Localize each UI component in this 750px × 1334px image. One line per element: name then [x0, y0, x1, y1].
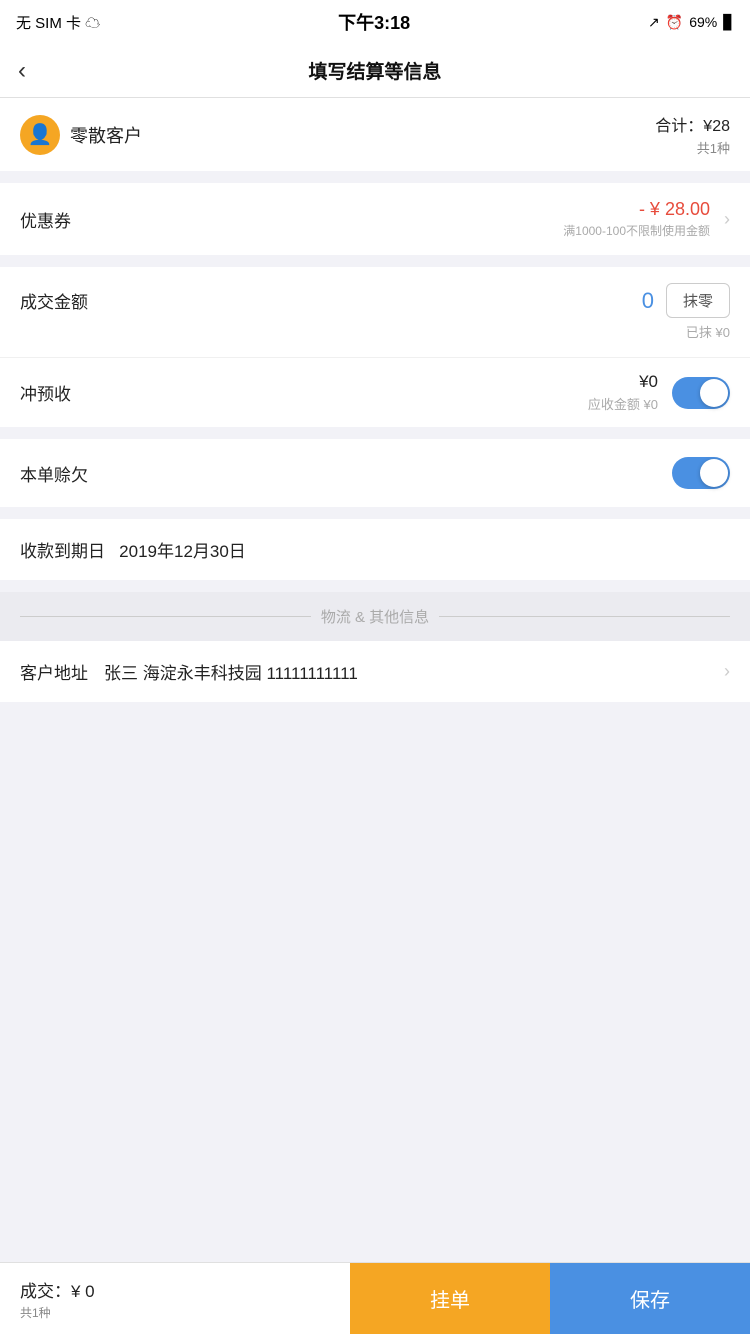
- footer-deal-label: 成交：: [20, 1282, 71, 1301]
- round-zero-button[interactable]: 抹零: [666, 283, 730, 318]
- footer-deal-amount: ¥ 0: [71, 1282, 95, 1301]
- prepay-right: ¥0 应收金额 ¥0: [588, 372, 730, 413]
- due-date-prefix: 收款到期日: [20, 542, 105, 561]
- due-date-label: 收款到期日 2019年12月30日: [20, 542, 246, 561]
- deal-value-area: 0 抹零: [642, 283, 730, 318]
- logistics-divider: 物流 & 其他信息: [0, 592, 750, 641]
- coupon-desc: 满1000-100不限制使用金额: [563, 222, 710, 239]
- prepay-label: 冲预收: [20, 380, 71, 405]
- deal-amount-row: 成交金额 0 抹零 已抹 ¥0: [0, 267, 750, 358]
- debt-section: 本单赊欠: [0, 439, 750, 507]
- prepay-toggle[interactable]: [672, 377, 730, 409]
- save-button[interactable]: 保存: [550, 1263, 750, 1334]
- customer-section: 👤 零散客户 合计：¥28 共1种: [0, 98, 750, 171]
- prepay-sub-amount: 应收金额 ¥0: [588, 394, 658, 413]
- footer-deal-text: 成交：¥ 0: [20, 1277, 330, 1302]
- hold-button[interactable]: 挂单: [350, 1263, 550, 1334]
- coupon-row[interactable]: 优惠券 - ¥ 28.00 满1000-100不限制使用金额 ›: [0, 183, 750, 255]
- debt-toggle-thumb: [700, 459, 728, 487]
- coupon-label: 优惠券: [20, 207, 71, 232]
- address-chevron: ›: [720, 661, 730, 682]
- logistics-label: 物流 & 其他信息: [321, 606, 429, 627]
- coupon-discount: - ¥ 28.00: [563, 199, 710, 220]
- back-button[interactable]: ‹: [18, 57, 26, 85]
- status-left: 无 SIM 卡 ☁: [16, 12, 100, 33]
- debt-label: 本单赊欠: [20, 461, 88, 486]
- page-title: 填写结算等信息: [308, 57, 441, 84]
- due-date-section: 收款到期日 2019年12月30日: [0, 519, 750, 580]
- deal-sub-text: 已抹 ¥0: [20, 322, 730, 341]
- location-icon: ↗: [648, 14, 660, 31]
- coupon-section: 优惠券 - ¥ 28.00 满1000-100不限制使用金额 ›: [0, 183, 750, 255]
- divider-line-right: [439, 616, 730, 617]
- status-right: ↗ ⏰ 69% ▊: [648, 14, 734, 31]
- total-count: 共1种: [655, 138, 730, 157]
- footer-count: 共1种: [20, 1304, 330, 1321]
- due-date-value: 2019年12月30日: [119, 542, 246, 561]
- no-sim-text: 无 SIM 卡 ☁: [16, 12, 100, 33]
- address-chevron-icon: ›: [724, 661, 730, 682]
- status-time: 下午3:18: [338, 9, 410, 35]
- debt-toggle[interactable]: [672, 457, 730, 489]
- address-section[interactable]: 客户地址 张三 海淀永丰科技园 11111111111 ›: [0, 641, 750, 702]
- bottom-space: [0, 702, 750, 902]
- prepay-main-amount: ¥0: [588, 372, 658, 392]
- customer-name: 零散客户: [70, 122, 142, 148]
- footer: 成交：¥ 0 共1种 挂单 保存: [0, 1262, 750, 1334]
- deal-amount-label: 成交金额: [20, 288, 88, 313]
- chevron-right-icon: ›: [724, 209, 730, 230]
- coupon-right: - ¥ 28.00 满1000-100不限制使用金额 ›: [563, 199, 730, 239]
- battery-icon: ▊: [723, 14, 734, 31]
- deal-amount-section: 成交金额 0 抹零 已抹 ¥0 冲预收 ¥0 应收金额 ¥0: [0, 267, 750, 427]
- total-amount: 合计：¥28: [655, 112, 730, 136]
- footer-info: 成交：¥ 0 共1种: [0, 1263, 350, 1334]
- status-bar: 无 SIM 卡 ☁ 下午3:18 ↗ ⏰ 69% ▊: [0, 0, 750, 44]
- avatar-icon: 👤: [28, 122, 53, 147]
- customer-info: 👤 零散客户: [20, 115, 142, 155]
- alarm-icon: ⏰: [666, 14, 683, 31]
- divider-line-left: [20, 616, 311, 617]
- nav-bar: ‹ 填写结算等信息: [0, 44, 750, 98]
- address-value: 张三 海淀永丰科技园 11111111111: [104, 659, 720, 684]
- deal-amount-value: 0: [642, 288, 654, 314]
- prepay-row: 冲预收 ¥0 应收金额 ¥0: [0, 358, 750, 427]
- battery-text: 69%: [689, 14, 717, 30]
- toggle-thumb: [700, 379, 728, 407]
- prepay-amounts: ¥0 应收金额 ¥0: [588, 372, 658, 413]
- avatar: 👤: [20, 115, 60, 155]
- customer-total: 合计：¥28 共1种: [655, 112, 730, 157]
- address-label: 客户地址: [20, 659, 88, 684]
